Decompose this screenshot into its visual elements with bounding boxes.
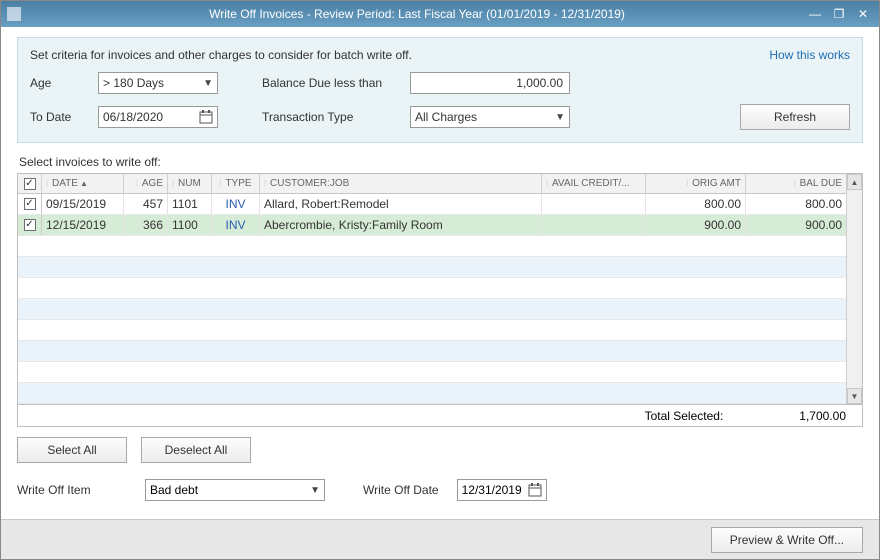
total-selected-value: 1,700.00	[799, 409, 846, 423]
refresh-button[interactable]: Refresh	[740, 104, 850, 130]
cell-avail-credit	[542, 215, 646, 235]
write-off-item-value: Bad debt	[150, 483, 198, 497]
table-body: ✓ 09/15/20194571101INVAllard, Robert:Remo…	[18, 194, 846, 404]
write-off-item-dropdown[interactable]: Bad debt ▼	[145, 479, 325, 501]
column-num[interactable]: ⁞NUM	[168, 174, 212, 193]
row-checkbox[interactable]: ✓	[24, 219, 36, 231]
cell-num: 1101	[168, 194, 212, 214]
to-date-value: 06/18/2020	[103, 110, 163, 124]
minimize-button[interactable]: —	[807, 7, 823, 21]
table-row-empty	[18, 278, 846, 299]
system-menu-icon[interactable]	[7, 7, 21, 21]
column-date[interactable]: ⁞DATE▲	[42, 174, 124, 193]
table-header: ✓ ⁞DATE▲ ⁞AGE ⁞NUM ⁞TYPE ⁞CUSTOMER:JOB ⁞…	[18, 174, 846, 194]
cell-bal-due: 900.00	[746, 215, 846, 235]
row-checkbox-cell[interactable]: ✓	[18, 194, 42, 214]
write-off-invoices-window: Write Off Invoices - Review Period: Last…	[0, 0, 880, 560]
invoices-table: ✓ ⁞DATE▲ ⁞AGE ⁞NUM ⁞TYPE ⁞CUSTOMER:JOB ⁞…	[17, 173, 863, 405]
column-checkbox[interactable]: ✓	[18, 174, 42, 193]
scroll-track[interactable]	[847, 190, 862, 388]
table-row-empty	[18, 383, 846, 404]
row-checkbox-cell[interactable]: ✓	[18, 215, 42, 235]
chevron-down-icon: ▼	[555, 112, 565, 123]
cell-customer-job: Allard, Robert:Remodel	[260, 194, 542, 214]
cell-type[interactable]: INV	[212, 215, 260, 235]
cell-num: 1100	[168, 215, 212, 235]
transaction-type-dropdown[interactable]: All Charges ▼	[410, 106, 570, 128]
totals-row: Total Selected: 1,700.00	[17, 405, 863, 427]
criteria-panel: Set criteria for invoices and other char…	[17, 37, 863, 143]
maximize-button[interactable]: ❐	[831, 7, 847, 21]
column-type[interactable]: ⁞TYPE	[212, 174, 260, 193]
cell-orig-amt: 800.00	[646, 194, 746, 214]
transaction-type-value: All Charges	[415, 110, 477, 124]
how-this-works-link[interactable]: How this works	[769, 48, 850, 62]
sort-asc-icon: ▲	[80, 179, 88, 188]
write-off-date-label: Write Off Date	[363, 483, 439, 497]
titlebar: Write Off Invoices - Review Period: Last…	[1, 1, 879, 27]
table-row-empty	[18, 362, 846, 383]
write-off-date-value: 12/31/2019	[462, 483, 522, 497]
cell-age: 457	[124, 194, 168, 214]
table-row-empty	[18, 299, 846, 320]
cell-date: 12/15/2019	[42, 215, 124, 235]
scroll-down-icon[interactable]: ▼	[847, 388, 862, 404]
column-customer-job[interactable]: ⁞CUSTOMER:JOB	[260, 174, 542, 193]
calendar-icon[interactable]	[199, 110, 213, 124]
balance-due-value: 1,000.00	[516, 76, 563, 90]
cell-age: 366	[124, 215, 168, 235]
to-date-input[interactable]: 06/18/2020	[98, 106, 218, 128]
cell-type[interactable]: INV	[212, 194, 260, 214]
close-button[interactable]: ✕	[855, 7, 871, 21]
cell-date: 09/15/2019	[42, 194, 124, 214]
header-checkbox[interactable]: ✓	[24, 178, 36, 190]
column-age[interactable]: ⁞AGE	[124, 174, 168, 193]
column-orig-amt[interactable]: ⁞ORIG AMT	[646, 174, 746, 193]
age-dropdown-value: > 180 Days	[103, 76, 164, 90]
write-off-item-label: Write Off Item	[17, 483, 127, 497]
column-bal-due[interactable]: ⁞BAL DUE	[746, 174, 846, 193]
to-date-label: To Date	[30, 110, 90, 124]
total-selected-label: Total Selected:	[645, 409, 724, 423]
table-row-empty	[18, 320, 846, 341]
table-row[interactable]: ✓ 12/15/20193661100INVAbercrombie, Kristy…	[18, 215, 846, 236]
table-row[interactable]: ✓ 09/15/20194571101INVAllard, Robert:Remo…	[18, 194, 846, 215]
cell-orig-amt: 900.00	[646, 215, 746, 235]
preview-write-off-button[interactable]: Preview & Write Off...	[711, 527, 863, 553]
criteria-intro: Set criteria for invoices and other char…	[30, 48, 850, 62]
table-row-empty	[18, 341, 846, 362]
footer-bar: Preview & Write Off...	[1, 519, 879, 559]
table-row-empty	[18, 257, 846, 278]
vertical-scrollbar[interactable]: ▲ ▼	[846, 174, 862, 404]
select-invoices-label: Select invoices to write off:	[19, 155, 863, 169]
deselect-all-button[interactable]: Deselect All	[141, 437, 251, 463]
cell-bal-due: 800.00	[746, 194, 846, 214]
window-title: Write Off Invoices - Review Period: Last…	[27, 7, 807, 21]
age-label: Age	[30, 76, 90, 90]
row-checkbox[interactable]: ✓	[24, 198, 36, 210]
balance-due-label: Balance Due less than	[262, 76, 402, 90]
table-row-empty	[18, 236, 846, 257]
cell-customer-job: Abercrombie, Kristy:Family Room	[260, 215, 542, 235]
chevron-down-icon: ▼	[203, 78, 213, 89]
cell-avail-credit	[542, 194, 646, 214]
column-avail-credit[interactable]: ⁞AVAIL CREDIT/...	[542, 174, 646, 193]
scroll-up-icon[interactable]: ▲	[847, 174, 862, 190]
select-all-button[interactable]: Select All	[17, 437, 127, 463]
chevron-down-icon: ▼	[310, 485, 320, 496]
age-dropdown[interactable]: > 180 Days ▼	[98, 72, 218, 94]
calendar-icon[interactable]	[528, 483, 542, 497]
balance-due-input[interactable]: 1,000.00	[410, 72, 570, 94]
write-off-date-input[interactable]: 12/31/2019	[457, 479, 547, 501]
transaction-type-label: Transaction Type	[262, 110, 402, 124]
